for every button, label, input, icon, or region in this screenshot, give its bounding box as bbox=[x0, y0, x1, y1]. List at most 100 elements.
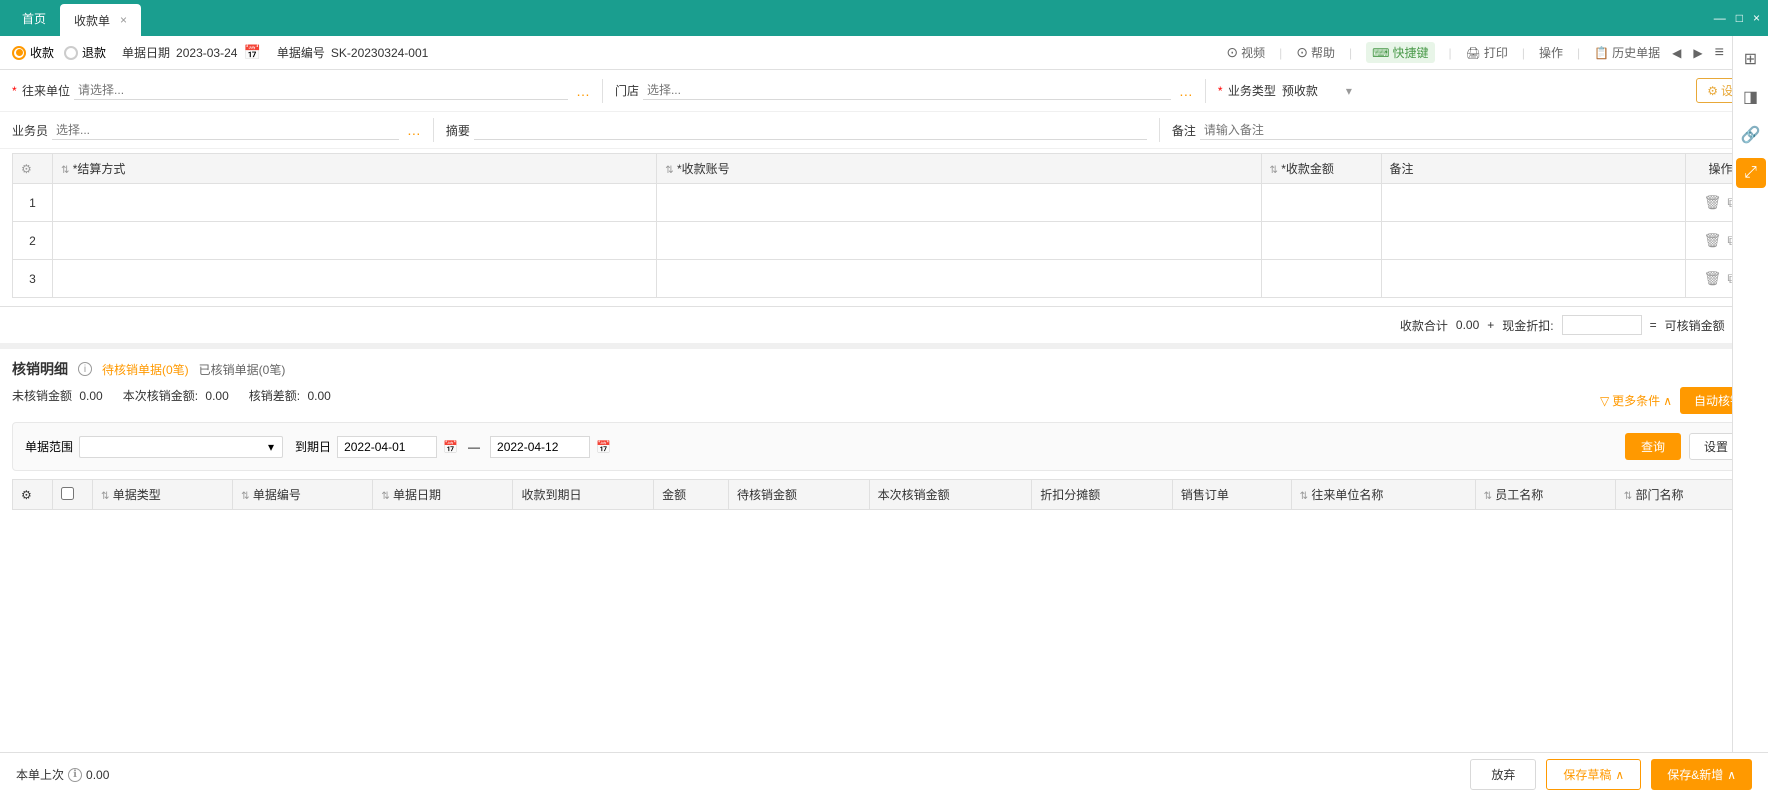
form-row-2: 业务员 … 摘要 备注 bbox=[0, 112, 1768, 149]
row2-account[interactable] bbox=[657, 222, 1261, 260]
sidebar-icon-1[interactable]: ⊞ bbox=[1736, 44, 1766, 74]
row1-delete-icon[interactable]: 🗑 bbox=[1704, 194, 1722, 211]
row3-account[interactable] bbox=[657, 260, 1261, 298]
verify-col-amount: 金额 bbox=[654, 480, 729, 510]
save-draft-btn[interactable]: 保存草稿 ∧ bbox=[1546, 759, 1641, 790]
calendar-to-icon[interactable]: 📅 bbox=[596, 440, 611, 454]
print-label: 打印 bbox=[1484, 44, 1508, 61]
biz-type-arrow[interactable]: ▾ bbox=[1346, 84, 1352, 98]
row3-remark[interactable] bbox=[1381, 260, 1685, 298]
store-input[interactable] bbox=[643, 81, 1171, 100]
shortcut-label: 快捷键 bbox=[1393, 44, 1429, 61]
row1-settlement[interactable] bbox=[53, 184, 657, 222]
window-min-btn[interactable]: — bbox=[1714, 11, 1726, 25]
required-star: * bbox=[12, 84, 17, 98]
verify-col-type: ⇅ 单据类型 bbox=[93, 480, 233, 510]
row1-account[interactable] bbox=[657, 184, 1261, 222]
radio-refund[interactable]: 退款 bbox=[64, 44, 106, 61]
history-btn[interactable]: 📋 历史单据 bbox=[1594, 44, 1660, 61]
divider4 bbox=[1159, 118, 1160, 142]
row2-remark[interactable] bbox=[1381, 222, 1685, 260]
more-conditions-btn[interactable]: ▽ 更多条件 ∧ bbox=[1600, 392, 1672, 409]
required-star2: * bbox=[1218, 84, 1223, 98]
right-sidebar: ⊞ ◨ 🔗 ⤢ bbox=[1732, 36, 1768, 796]
row3-amount[interactable] bbox=[1261, 260, 1381, 298]
calendar-icon[interactable]: 📅 bbox=[243, 44, 260, 61]
verify-label: 可核销金额 bbox=[1665, 317, 1725, 334]
partner-more-btn[interactable]: … bbox=[576, 83, 590, 99]
partner-label: * 往来单位 bbox=[12, 82, 70, 99]
toolbar-actions: ⊙ 视频 | ⊙ 帮助 | ⌨ 快捷键 | 🖨 打印 | 操作 | bbox=[1226, 42, 1756, 63]
staff-field: 业务员 … bbox=[12, 121, 421, 140]
current-value: 0.00 bbox=[205, 389, 228, 403]
sidebar-icon-4[interactable]: ⤢ bbox=[1736, 158, 1766, 188]
verify-stats: 未核销金额 0.00 本次核销金额: 0.00 核销差额: 0.00 bbox=[12, 387, 331, 404]
sidebar-icon-2[interactable]: ◨ bbox=[1736, 82, 1766, 112]
range-select[interactable]: ▾ bbox=[79, 436, 283, 458]
pipe3: | bbox=[1449, 46, 1452, 60]
date-range-dash: — bbox=[468, 440, 480, 454]
date-from-input[interactable] bbox=[337, 436, 437, 458]
nav-right-btn[interactable]: ▶ bbox=[1693, 46, 1702, 60]
window-max-btn[interactable]: □ bbox=[1736, 11, 1743, 25]
done-tab[interactable]: 已核销单据(0笔) bbox=[199, 361, 286, 378]
print-icon: 🖨 bbox=[1466, 46, 1481, 60]
abandon-btn[interactable]: 放弃 bbox=[1470, 759, 1536, 790]
main-area: 收款 退款 单据日期 2023-03-24 📅 单据编号 SK-20230324… bbox=[0, 36, 1768, 796]
window-close-btn[interactable]: × bbox=[1753, 11, 1760, 25]
shortcut-btn[interactable]: ⌨ 快捷键 bbox=[1366, 42, 1434, 63]
row2-amount[interactable] bbox=[1261, 222, 1381, 260]
window-controls: — □ × bbox=[1714, 11, 1760, 25]
verify-select-all-checkbox[interactable] bbox=[61, 487, 74, 500]
bottom-bar: 本单上次 ℹ 0.00 放弃 保存草稿 ∧ 保存&新增 ∧ bbox=[0, 752, 1768, 796]
verify-info-icon[interactable]: i bbox=[78, 362, 92, 376]
tab-receipt[interactable]: 收款单 × bbox=[60, 4, 141, 36]
row3-delete-icon[interactable]: 🗑 bbox=[1704, 270, 1722, 287]
verify-col-date: ⇅ 单据日期 bbox=[373, 480, 513, 510]
tab-receipt-label: 收款单 bbox=[74, 12, 110, 29]
staff-input[interactable] bbox=[52, 121, 399, 140]
radio-receipt[interactable]: 收款 bbox=[12, 44, 54, 61]
discount-label: 现金折扣: bbox=[1502, 317, 1553, 334]
row2-settlement[interactable] bbox=[53, 222, 657, 260]
verify-gear-icon[interactable]: ⚙ bbox=[21, 488, 32, 502]
staff-more-btn[interactable]: … bbox=[407, 122, 421, 138]
video-circle-icon: ⊙ bbox=[1226, 44, 1238, 61]
summary-input[interactable] bbox=[474, 121, 1147, 140]
plus-sign: + bbox=[1487, 318, 1494, 332]
remark-input[interactable] bbox=[1200, 121, 1756, 140]
last-value: 0.00 bbox=[86, 768, 109, 782]
table-gear-icon[interactable]: ⚙ bbox=[21, 162, 32, 176]
print-btn[interactable]: 🖨 打印 bbox=[1466, 44, 1508, 61]
row2-delete-icon[interactable]: 🗑 bbox=[1704, 232, 1722, 249]
help-label: 帮助 bbox=[1311, 44, 1335, 61]
table-row: 3 🗑 ⧉ bbox=[13, 260, 1756, 298]
total-value: 0.00 bbox=[1456, 318, 1479, 332]
store-more-btn[interactable]: … bbox=[1179, 83, 1193, 99]
verify-header: 核销明细 i 待核销单据(0笔) 已核销单据(0笔) bbox=[12, 359, 1756, 379]
tab-close-icon[interactable]: × bbox=[120, 13, 127, 27]
sidebar-icon-3[interactable]: 🔗 bbox=[1736, 120, 1766, 150]
number-value: SK-20230324-001 bbox=[331, 46, 428, 60]
operation-btn[interactable]: 操作 bbox=[1539, 44, 1563, 61]
pending-tab[interactable]: 待核销单据(0笔) bbox=[102, 361, 189, 378]
discount-input[interactable] bbox=[1562, 315, 1642, 335]
tab-home[interactable]: 首页 bbox=[8, 0, 60, 36]
store-field: 门店 … bbox=[615, 81, 1193, 100]
settings-icon: ⚙ bbox=[1707, 84, 1718, 98]
help-btn[interactable]: ⊙ 帮助 bbox=[1296, 44, 1335, 61]
bottom-info-icon[interactable]: ℹ bbox=[68, 768, 82, 782]
col-amount: ⇅ *收款金额 bbox=[1261, 154, 1381, 184]
row1-remark[interactable] bbox=[1381, 184, 1685, 222]
calendar-from-icon[interactable]: 📅 bbox=[443, 440, 458, 454]
row1-amount[interactable] bbox=[1261, 184, 1381, 222]
partner-input[interactable] bbox=[74, 81, 568, 100]
biz-type-select[interactable]: 预收款 ▾ bbox=[1282, 82, 1352, 99]
video-btn[interactable]: ⊙ 视频 bbox=[1226, 44, 1265, 61]
save-new-btn[interactable]: 保存&新增 ∧ bbox=[1651, 759, 1752, 790]
row3-settlement[interactable] bbox=[53, 260, 657, 298]
query-btn[interactable]: 查询 bbox=[1625, 433, 1681, 460]
layout-list-btn[interactable]: ≡ bbox=[1715, 44, 1724, 62]
nav-left-btn[interactable]: ◀ bbox=[1672, 46, 1681, 60]
date-to-input[interactable] bbox=[490, 436, 590, 458]
